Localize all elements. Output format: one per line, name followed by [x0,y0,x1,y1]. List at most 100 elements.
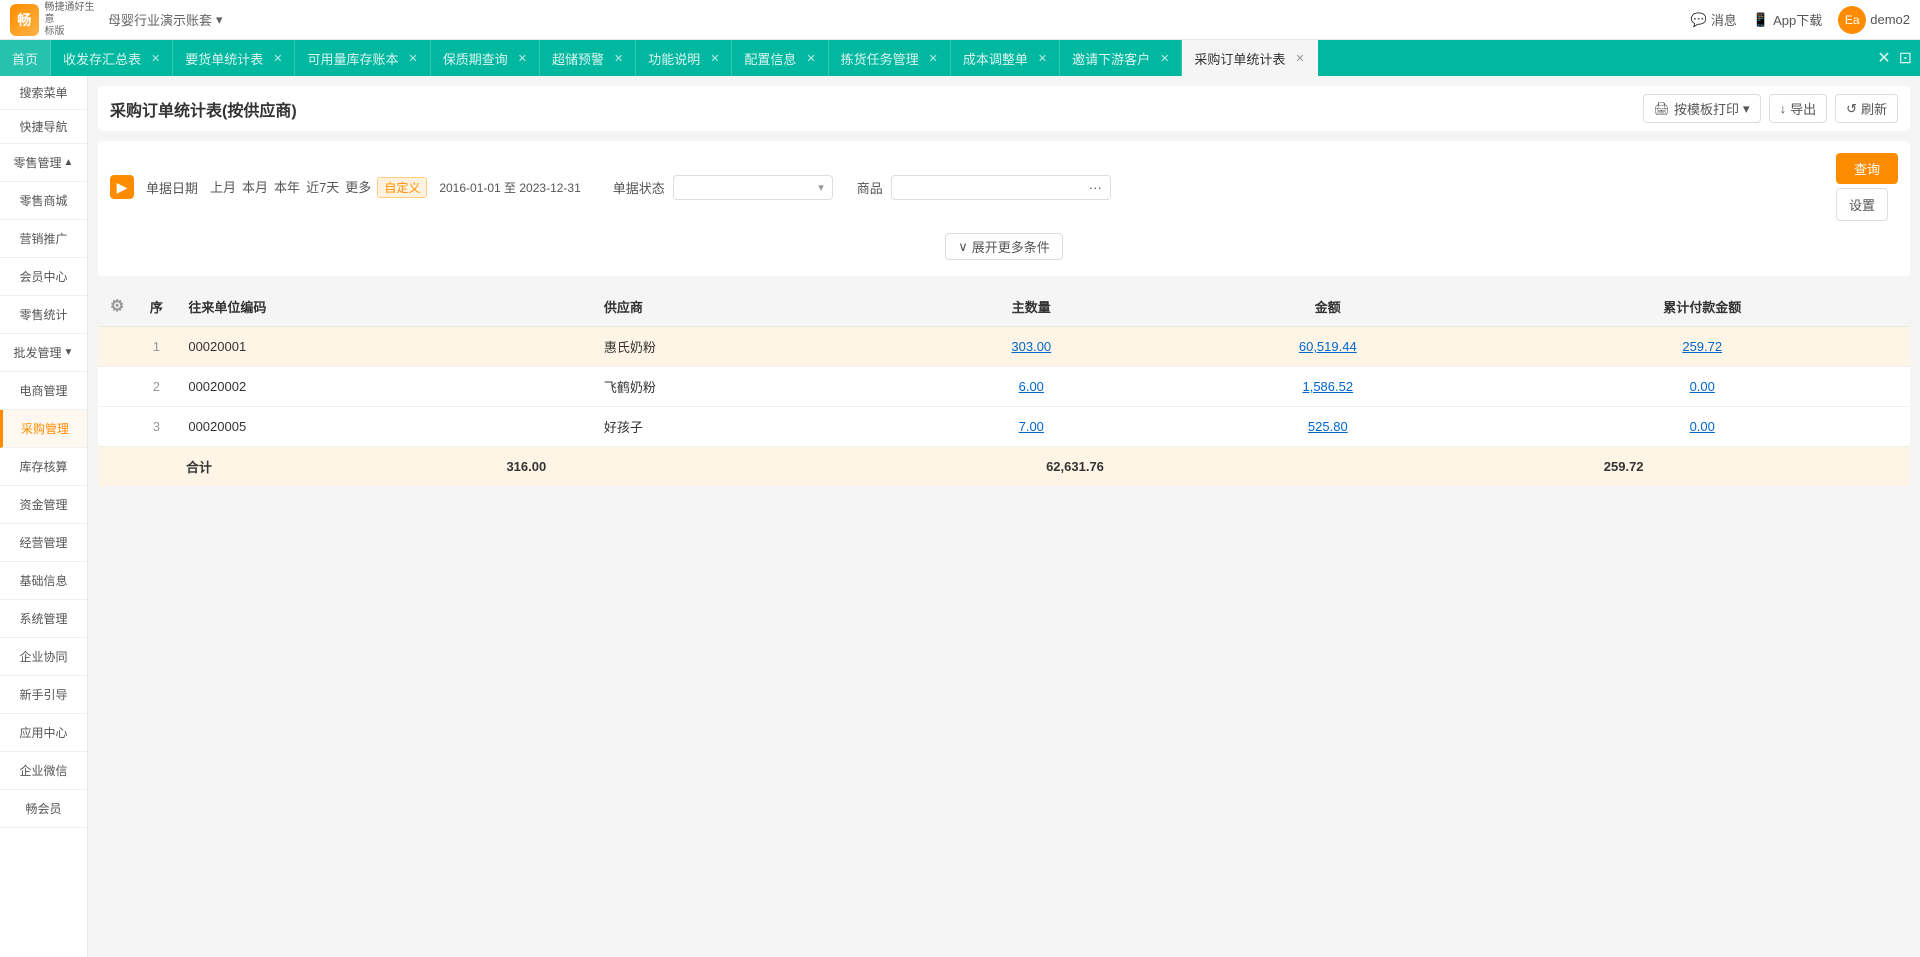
sidebar-item-enterprise-wechat[interactable]: 企业微信 [0,752,87,790]
row-quantity[interactable]: 6.00 [901,367,1161,407]
row-paid-amount[interactable]: 259.72 [1494,327,1910,367]
row-paid-amount[interactable]: 0.00 [1494,367,1910,407]
refresh-icon: ↺ [1846,101,1857,117]
sidebar-item-member[interactable]: 会员中心 [0,258,87,296]
sidebar-item-marketing[interactable]: 营销推广 [0,220,87,258]
sidebar-item-retail-store[interactable]: 零售商城 [0,182,87,220]
settings-button[interactable]: 设置 [1836,188,1888,221]
tab-cost-adjust[interactable]: 成本调整单 ✕ [951,40,1060,76]
footer-quantity: 316.00 [252,459,801,474]
row-quantity[interactable]: 7.00 [901,407,1161,447]
tab-close-icon[interactable]: ✕ [273,52,282,65]
expand-conditions-row: ∨ 展开更多条件 [110,229,1898,264]
sidebar-item-vip[interactable]: 畅会员 [0,790,87,828]
tab-close-icon[interactable]: ✕ [1160,52,1169,65]
footer-values: 316.00 62,631.76 259.72 [252,459,1898,474]
footer-amount: 62,631.76 [801,459,1350,474]
message-button[interactable]: 💬 消息 [1691,10,1737,29]
row-no: 2 [136,367,176,407]
shortcut-7days[interactable]: 近7天 [306,177,339,198]
tab-overstock[interactable]: 超储预警 ✕ [540,40,636,76]
filter-toggle-button[interactable]: ▶ [110,175,134,199]
col-unit-code-header: 往来单位编码 [176,286,591,327]
sidebar-quick-nav[interactable]: 快捷导航 [0,110,87,144]
tab-function-desc[interactable]: 功能说明 ✕ [636,40,732,76]
tab-close-all-button[interactable]: ✕ [1877,48,1890,68]
message-icon: 💬 [1691,12,1707,28]
tab-close-icon[interactable]: ✕ [409,52,418,65]
tab-close-icon[interactable]: ✕ [806,52,815,65]
tab-invite-downstream[interactable]: 邀请下游客户 ✕ [1060,40,1182,76]
sidebar-item-finance[interactable]: 资金管理 [0,486,87,524]
sidebar-item-app-center[interactable]: 应用中心 [0,714,87,752]
row-quantity[interactable]: 303.00 [901,327,1161,367]
footer-paid-amount: 259.72 [1349,459,1898,474]
app-download-button[interactable]: 📱 App下载 [1753,10,1822,29]
col-quantity-header: 主数量 [901,286,1161,327]
sidebar-item-retail-stats[interactable]: 零售统计 [0,296,87,334]
industry-selector[interactable]: 母婴行业演示账套 ▾ [108,10,1681,29]
sidebar-item-new-guide[interactable]: 新手引导 [0,676,87,714]
tab-home[interactable]: 首页 [0,40,51,76]
row-amount[interactable]: 60,519.44 [1161,327,1494,367]
sidebar-item-inventory[interactable]: 库存核算 [0,448,87,486]
sidebar-search-menu[interactable]: 搜索菜单 [0,76,87,110]
shortcut-more[interactable]: 更多 [345,177,371,198]
query-button[interactable]: 查询 [1836,153,1898,184]
tab-expiry-query[interactable]: 保质期查询 ✕ [431,40,540,76]
tab-stock-ledger[interactable]: 可用量库存账本 ✕ [295,40,430,76]
print-icon: 🖨 [1654,101,1671,117]
refresh-button[interactable]: ↺ 刷新 [1835,94,1898,123]
tab-bar: 首页 收发存汇总表 ✕ 要货单统计表 ✕ 可用量库存账本 ✕ 保质期查询 ✕ 超… [0,40,1920,76]
shortcut-this-month[interactable]: 本月 [242,177,268,198]
tab-pick-task[interactable]: 拣货任务管理 ✕ [829,40,951,76]
sidebar-item-operations[interactable]: 经营管理 [0,524,87,562]
sidebar-item-wholesale[interactable]: 批发管理 ▼ [0,334,87,372]
date-label: 单据日期 [146,178,198,197]
header-actions: 🖨 按模板打印 ▾ ↓ 导出 ↺ 刷新 [1643,94,1899,123]
shortcut-last-month[interactable]: 上月 [210,177,236,198]
tab-close-icon[interactable]: ✕ [710,52,719,65]
expand-conditions-button[interactable]: ∨ 展开更多条件 [945,233,1063,260]
tab-config-info[interactable]: 配置信息 ✕ [732,40,828,76]
goods-value [900,180,1085,195]
template-print-button[interactable]: 🖨 按模板打印 ▾ [1643,94,1761,123]
goods-input[interactable]: ··· [891,175,1111,200]
tab-close-icon[interactable]: ✕ [518,52,527,65]
sidebar-item-system[interactable]: 系统管理 [0,600,87,638]
row-paid-amount[interactable]: 0.00 [1494,407,1910,447]
content-area: 采购订单统计表(按供应商) 🖨 按模板打印 ▾ ↓ 导出 ↺ 刷新 [88,76,1920,957]
tab-collect-send[interactable]: 收发存汇总表 ✕ [51,40,173,76]
row-amount[interactable]: 1,586.52 [1161,367,1494,407]
sidebar-item-basic-info[interactable]: 基础信息 [0,562,87,600]
row-settings [98,367,136,407]
status-select[interactable]: ▾ [673,175,833,200]
user-avatar-area[interactable]: Ea demo2 [1838,6,1910,34]
shortcut-this-year[interactable]: 本年 [274,177,300,198]
avatar-text: Ea [1845,13,1860,27]
col-settings-header[interactable]: ⚙ [98,286,136,327]
data-table: ⚙ 序 往来单位编码 供应商 主数量 金额 累计付款金额 [98,286,1910,447]
tab-goods-summary[interactable]: 要货单统计表 ✕ [173,40,295,76]
tab-purchase-summary[interactable]: 采购订单统计表 ✕ [1182,40,1317,76]
row-amount[interactable]: 525.80 [1161,407,1494,447]
page-title: 采购订单统计表(按供应商) [110,97,297,121]
sidebar-item-retail[interactable]: 零售管理 ▲ [0,144,87,182]
sidebar-item-ecommerce[interactable]: 电商管理 [0,372,87,410]
row-supplier: 惠氏奶粉 [592,327,902,367]
tab-close-icon[interactable]: ✕ [929,52,938,65]
tab-expand-button[interactable]: ⊡ [1899,48,1912,68]
sidebar-item-purchase[interactable]: 采购管理 [0,410,87,448]
status-dropdown-icon: ▾ [818,181,824,194]
tab-close-icon[interactable]: ✕ [1295,52,1304,65]
export-button[interactable]: ↓ 导出 [1769,94,1828,123]
tab-close-icon[interactable]: ✕ [1038,52,1047,65]
tab-close-icon[interactable]: ✕ [614,52,623,65]
filter-area: ▶ 单据日期 上月 本月 本年 近7天 更多 自定义 2016-01-01 至 … [98,141,1910,276]
logo-text: 畅捷通好生意 标版 [45,2,98,38]
tab-close-icon[interactable]: ✕ [151,52,160,65]
goods-more-icon[interactable]: ··· [1089,180,1102,195]
top-bar-right: 💬 消息 📱 App下载 Ea demo2 [1691,6,1910,34]
sidebar-item-enterprise-coop[interactable]: 企业协同 [0,638,87,676]
row-supplier: 飞鹤奶粉 [592,367,902,407]
